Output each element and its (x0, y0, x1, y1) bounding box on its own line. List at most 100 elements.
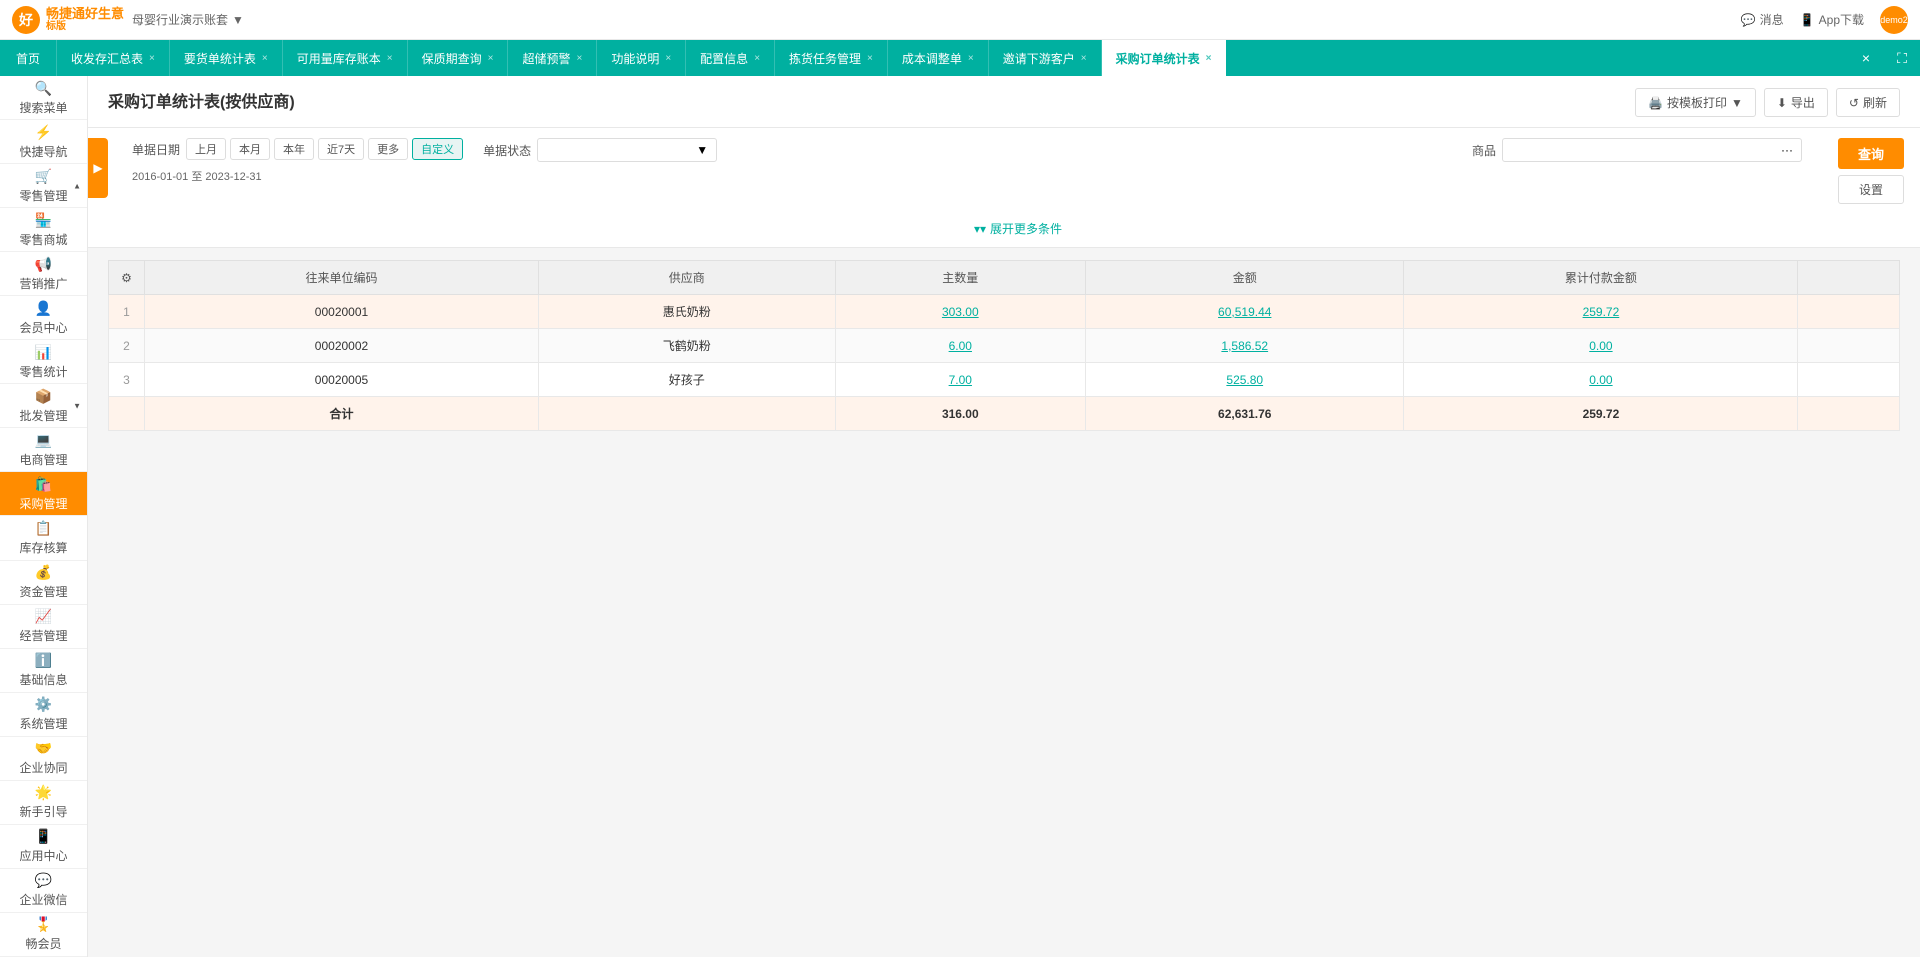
close-icon[interactable]: × (754, 53, 760, 64)
close-icon[interactable]: × (1081, 53, 1087, 64)
row-qty[interactable]: 303.00 (835, 295, 1086, 329)
footer-row: 合计 316.00 62,631.76 259.72 (109, 397, 1900, 431)
close-icon[interactable]: × (665, 53, 671, 64)
close-icon[interactable]: × (387, 53, 393, 64)
tab-home[interactable]: 首页 (0, 40, 57, 76)
tab-keyongliang[interactable]: 可用量库存账本 × (283, 40, 408, 76)
sidebar-item-members[interactable]: 👤 会员中心 (0, 296, 87, 340)
sidebar-item-enterprise-collab[interactable]: 🤝 企业协同 (0, 737, 87, 781)
query-button[interactable]: 查询 (1838, 138, 1904, 169)
close-icon[interactable]: × (576, 53, 582, 64)
print-icon: 🖨️ (1648, 96, 1663, 110)
close-icon[interactable]: × (1206, 53, 1212, 64)
sidebar-item-wholesale[interactable]: 📦 批发管理 ▼ (0, 384, 87, 428)
page-title: 采购订单统计表(按供应商) (108, 88, 295, 122)
refresh-icon: ↺ (1849, 96, 1859, 110)
message-button[interactable]: 💬 消息 (1741, 11, 1784, 28)
user-area[interactable]: demo2 (1880, 6, 1908, 34)
sidebar-item-system[interactable]: ⚙️ 系统管理 (0, 693, 87, 737)
row-code: 00020005 (145, 363, 539, 397)
close-icon[interactable]: × (262, 53, 268, 64)
cart-icon: 🛒 (35, 168, 52, 185)
tab-yaoqing[interactable]: 邀请下游客户 × (989, 40, 1102, 76)
sidebar-item-quicknav[interactable]: ⚡ 快捷导航 (0, 120, 87, 164)
tab-yaohuo[interactable]: 要货单统计表 × (170, 40, 283, 76)
gear-icon: ⚙️ (35, 696, 52, 713)
handshake-icon: 🤝 (35, 740, 52, 757)
sidebar-item-basics[interactable]: ℹ️ 基础信息 (0, 649, 87, 693)
status-select[interactable]: ▼ (537, 138, 717, 162)
sidebar-item-member-club[interactable]: 🎖️ 畅会员 (0, 913, 87, 957)
sidebar-item-retail-mgmt[interactable]: 🛒 零售管理 ▲ (0, 164, 87, 208)
row-amount[interactable]: 1,586.52 (1086, 329, 1404, 363)
shortcut-custom[interactable]: 自定义 (412, 138, 463, 160)
th-settings[interactable]: ⚙ (109, 261, 145, 295)
shortcut-this-month[interactable]: 本月 (230, 138, 270, 160)
sidebar-item-wechat[interactable]: 💬 企业微信 (0, 869, 87, 913)
close-icon[interactable]: × (968, 53, 974, 64)
tab-baozhi[interactable]: 保质期查询 × (408, 40, 509, 76)
close-icon[interactable]: × (867, 53, 873, 64)
table-footer: 合计 316.00 62,631.76 259.72 (109, 397, 1900, 431)
row-extra (1798, 363, 1900, 397)
tab-chengben[interactable]: 成本调整单 × (888, 40, 989, 76)
tab-gongneng[interactable]: 功能说明 × (597, 40, 686, 76)
shortcut-this-year[interactable]: 本年 (274, 138, 314, 160)
app-download-button[interactable]: 📱 App下载 (1800, 11, 1864, 28)
sidebar-item-retail-stats[interactable]: 📊 零售统计 (0, 340, 87, 384)
status-label: 单据状态 (483, 142, 531, 159)
store-icon: 🏪 (35, 212, 52, 229)
tab-peizhi[interactable]: 配置信息 × (686, 40, 775, 76)
sidebar-item-finance[interactable]: 💰 资金管理 (0, 561, 87, 605)
row-code: 00020002 (145, 329, 539, 363)
logo-text: 畅捷通好生意 标版 (46, 6, 124, 34)
goods-input[interactable]: ··· (1502, 138, 1802, 162)
shortcut-7days[interactable]: 近7天 (318, 138, 364, 160)
sidebar-item-marketing[interactable]: 📢 营销推广 (0, 252, 87, 296)
logo-icon: 好 (12, 6, 40, 34)
expand-icon: ▾▾ (974, 222, 986, 236)
tab-shoufacun[interactable]: 收发存汇总表 × (57, 40, 170, 76)
arrow-up-icon: ▲ (73, 181, 81, 190)
sidebar-item-appcenter[interactable]: 📱 应用中心 (0, 825, 87, 869)
table-header: ⚙ 往来单位编码 供应商 主数量 金额 累计付款金额 (109, 261, 1900, 295)
logo-area: 好 畅捷通好生意 标版 (12, 6, 124, 34)
sidebar-item-operations[interactable]: 📈 经营管理 (0, 605, 87, 649)
row-qty[interactable]: 6.00 (835, 329, 1086, 363)
row-paid[interactable]: 259.72 (1404, 295, 1798, 329)
sidebar-item-newguide[interactable]: 🌟 新手引导 (0, 781, 87, 825)
th-empty (1798, 261, 1900, 295)
sidebar-item-search[interactable]: 🔍 搜索菜单 (0, 76, 87, 120)
close-icon[interactable]: × (149, 53, 155, 64)
row-paid[interactable]: 0.00 (1404, 363, 1798, 397)
tab-jianhuo[interactable]: 拣货任务管理 × (775, 40, 888, 76)
tab-fullscreen-button[interactable]: ⛶ (1884, 40, 1920, 76)
shortcut-more[interactable]: 更多 (368, 138, 408, 160)
th-qty: 主数量 (835, 261, 1086, 295)
row-amount[interactable]: 60,519.44 (1086, 295, 1404, 329)
collapse-button[interactable]: ▶ (88, 138, 108, 198)
close-icon[interactable]: × (488, 53, 494, 64)
tab-close-all-button[interactable]: × (1848, 40, 1884, 76)
print-button[interactable]: 🖨️ 按模板打印 ▼ (1635, 88, 1756, 117)
expand-more-button[interactable]: ▾▾ 展开更多条件 (974, 220, 1062, 237)
sidebar-item-retail-mall[interactable]: 🏪 零售商城 (0, 208, 87, 252)
tab-caigou-active[interactable]: 采购订单统计表 × (1102, 40, 1227, 76)
setting-button[interactable]: 设置 (1838, 175, 1904, 204)
row-paid[interactable]: 0.00 (1404, 329, 1798, 363)
date-shortcuts: 上月 本月 本年 近7天 更多 自定义 (186, 138, 463, 160)
refresh-button[interactable]: ↺ 刷新 (1836, 88, 1900, 117)
filter-wrapper: ▶ 单据日期 上月 本月 本年 近7天 更多 自 (88, 128, 1920, 248)
sidebar: 🔍 搜索菜单 ⚡ 快捷导航 🛒 零售管理 ▲ 🏪 零售商城 📢 营销推广 👤 会… (0, 76, 88, 957)
row-qty[interactable]: 7.00 (835, 363, 1086, 397)
tab-chaoyuyujing[interactable]: 超储预警 × (508, 40, 597, 76)
date-range-display: 2016-01-01 至 2023-12-31 (132, 168, 463, 184)
more-icon[interactable]: ··· (1781, 143, 1793, 157)
shortcut-last-month[interactable]: 上月 (186, 138, 226, 160)
sidebar-item-ecommerce[interactable]: 💻 电商管理 (0, 428, 87, 472)
medal-icon: 🎖️ (35, 916, 52, 933)
row-amount[interactable]: 525.80 (1086, 363, 1404, 397)
sidebar-item-inventory[interactable]: 📋 库存核算 (0, 516, 87, 560)
export-button[interactable]: ⬇ 导出 (1764, 88, 1828, 117)
sidebar-item-purchase[interactable]: 🛍️ 采购管理 (0, 472, 87, 516)
